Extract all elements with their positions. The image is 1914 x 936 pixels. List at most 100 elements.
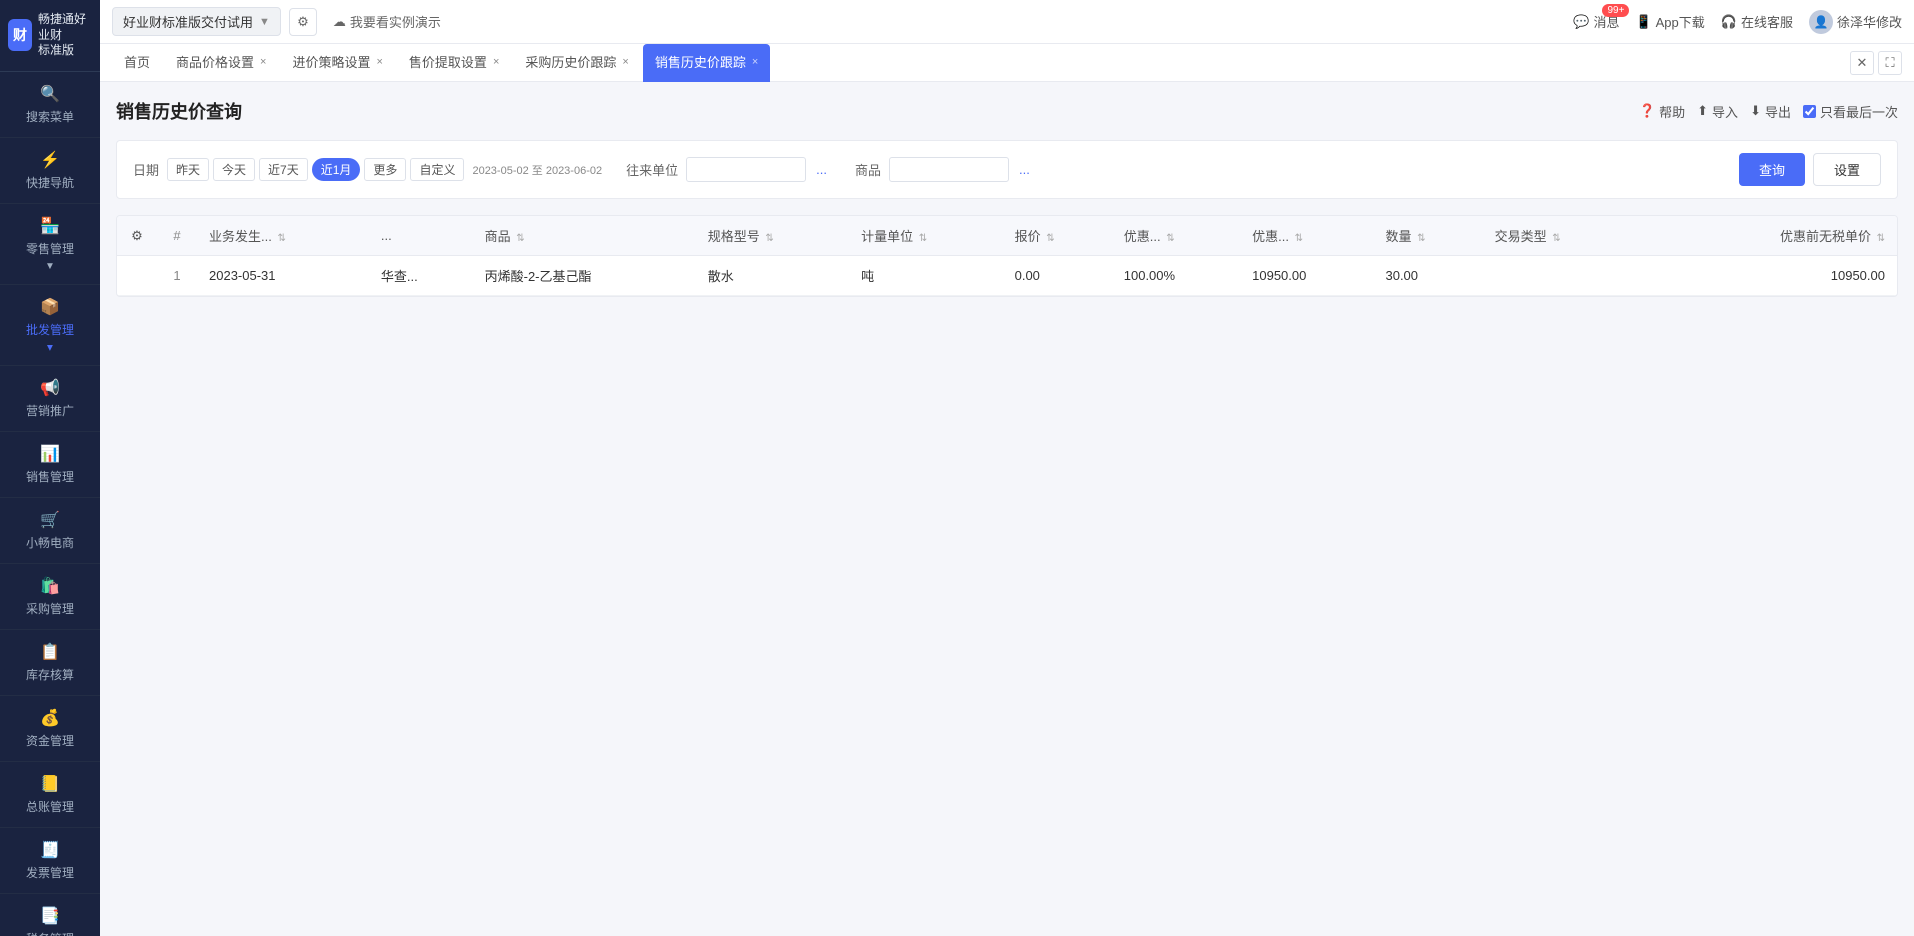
import-icon: ⬆: [1697, 103, 1708, 119]
topbar-settings-button[interactable]: ⚙: [289, 8, 317, 36]
row-product-cell: 丙烯酸-2-乙基己酯: [473, 256, 696, 296]
sidebar-item-retail[interactable]: 🏪 零售管理 ▼: [0, 204, 100, 285]
page-actions: ❓ 帮助 ⬆ 导入 ⬇ 导出 只看最后一次: [1639, 102, 1898, 121]
tab-purchase-strategy[interactable]: 进价策略设置 ×: [280, 44, 394, 82]
col-quantity[interactable]: 数量 ⇅: [1373, 216, 1482, 256]
date-filter-group: 日期 昨天 今天 近7天 近1月 更多 自定义 2023-05-02 至 202…: [133, 158, 602, 181]
sidebar-item-quick-nav[interactable]: ⚡ 快捷导航: [0, 138, 100, 204]
sidebar-item-invoice[interactable]: 🧾 发票管理: [0, 828, 100, 894]
sidebar-logo: 财 畅捷通好业财 标准版: [0, 0, 100, 72]
tab-sale-history[interactable]: 销售历史价跟踪 ×: [643, 44, 770, 82]
product-more-button[interactable]: ...: [1015, 158, 1034, 181]
col-pre-tax-price[interactable]: 优惠前无税单价 ⇅: [1677, 216, 1897, 256]
date-buttons: 昨天 今天 近7天 近1月 更多 自定义: [167, 158, 464, 181]
tab-sale-history-close-icon[interactable]: ×: [752, 56, 758, 68]
col-discount1[interactable]: 优惠... ⇅: [1112, 216, 1240, 256]
sidebar-item-purchase[interactable]: 🛍️ 采购管理: [0, 564, 100, 630]
date-btn-last1m[interactable]: 近1月: [312, 158, 361, 181]
sidebar-item-marketing[interactable]: 📢 营销推广: [0, 366, 100, 432]
tab-product-price-close-icon[interactable]: ×: [260, 56, 266, 68]
source-unit-input[interactable]: [686, 157, 806, 182]
col-price[interactable]: 报价 ⇅: [1003, 216, 1112, 256]
user-menu[interactable]: 👤 徐泽华修改: [1809, 10, 1902, 34]
product-label: 商品: [855, 160, 881, 179]
tab-purchase-history-close-icon[interactable]: ×: [622, 56, 628, 68]
col-settings[interactable]: ⚙: [117, 216, 157, 256]
source-unit-input-group: ...: [686, 157, 831, 182]
page-title: 销售历史价查询: [116, 98, 242, 124]
col-discount2[interactable]: 优惠... ⇅: [1240, 216, 1373, 256]
quick-nav-icon: ⚡: [40, 150, 60, 170]
export-link[interactable]: ⬇ 导出: [1750, 102, 1791, 121]
sort-icon-trade-type: ⇅: [1552, 233, 1560, 244]
help-link[interactable]: ❓ 帮助: [1639, 102, 1685, 121]
date-btn-yesterday[interactable]: 昨天: [167, 158, 209, 181]
sidebar-item-ecommerce-small[interactable]: 🛒 小畅电商: [0, 498, 100, 564]
product-input[interactable]: [889, 157, 1009, 182]
avatar: 👤: [1809, 10, 1833, 34]
date-filter-label: 日期: [133, 160, 159, 179]
col-product[interactable]: 商品 ⇅: [473, 216, 696, 256]
query-button[interactable]: 查询: [1739, 153, 1805, 186]
settings-button[interactable]: 设置: [1813, 153, 1881, 186]
general-ledger-icon: 📒: [40, 774, 60, 794]
col-num: #: [157, 216, 197, 256]
demo-link[interactable]: ☁ 我要看实例演示: [333, 12, 441, 31]
source-unit-more-button[interactable]: ...: [812, 158, 831, 181]
date-range-text: 2023-05-02 至 2023-06-02: [472, 162, 602, 178]
finance-icon: 💰: [40, 708, 60, 728]
cloud-icon: ☁: [333, 14, 346, 30]
mobile-icon: 📱: [1635, 14, 1651, 30]
wholesale-arrow-icon: ▲: [45, 342, 55, 353]
col-more[interactable]: ...: [369, 216, 473, 256]
user-name: 徐泽华修改: [1837, 12, 1902, 31]
filter-area: 日期 昨天 今天 近7天 近1月 更多 自定义 2023-05-02 至 202…: [116, 140, 1898, 199]
tab-maximize-button[interactable]: ⛶: [1878, 51, 1902, 75]
date-btn-last7[interactable]: 近7天: [259, 158, 308, 181]
sidebar-item-general-ledger[interactable]: 📒 总账管理: [0, 762, 100, 828]
inventory-icon: 📋: [40, 642, 60, 662]
tab-purchase-strategy-close-icon[interactable]: ×: [376, 56, 382, 68]
sidebar: 财 畅捷通好业财 标准版 🔍 搜索菜单 ⚡ 快捷导航 🏪 零售管理 ▼ 📦 批发…: [0, 0, 100, 936]
date-btn-today[interactable]: 今天: [213, 158, 255, 181]
help-icon: ❓: [1639, 103, 1655, 119]
only-last-checkbox[interactable]: [1803, 105, 1816, 118]
tab-sale-price[interactable]: 售价提取设置 ×: [397, 44, 511, 82]
import-link[interactable]: ⬆ 导入: [1697, 102, 1738, 121]
headset-icon: 🎧: [1721, 14, 1737, 30]
row-unit-cell: 吨: [849, 256, 1002, 296]
sidebar-item-sales[interactable]: 📊 销售管理: [0, 432, 100, 498]
tab-purchase-history[interactable]: 采购历史价跟踪 ×: [513, 44, 640, 82]
app-selector[interactable]: 好业财标准版交付试用 ▼: [112, 7, 281, 36]
date-btn-more[interactable]: 更多: [364, 158, 406, 181]
sort-icon-price: ⇅: [1046, 233, 1054, 244]
tabbar-controls: ✕ ⛶: [1850, 51, 1902, 75]
date-btn-custom[interactable]: 自定义: [410, 158, 464, 181]
tab-product-price[interactable]: 商品价格设置 ×: [164, 44, 278, 82]
sidebar-item-tax[interactable]: 📑 税务管理: [0, 894, 100, 936]
tab-sale-price-close-icon[interactable]: ×: [493, 56, 499, 68]
online-service-button[interactable]: 🎧 在线客服: [1721, 12, 1793, 31]
tab-close-button[interactable]: ✕: [1850, 51, 1874, 75]
col-spec[interactable]: 规格型号 ⇅: [696, 216, 849, 256]
sales-icon: 📊: [40, 444, 60, 464]
row-discount1-cell: 100.00%: [1112, 256, 1240, 296]
logo-icon: 财: [8, 19, 32, 51]
sidebar-item-inventory[interactable]: 📋 库存核算: [0, 630, 100, 696]
message-badge: 99+: [1602, 4, 1629, 17]
sidebar-item-wholesale[interactable]: 📦 批发管理 ▲: [0, 285, 100, 366]
sidebar-item-search[interactable]: 🔍 搜索菜单: [0, 72, 100, 138]
source-unit-label: 往来单位: [626, 160, 678, 179]
tax-icon: 📑: [40, 906, 60, 926]
only-last-checkbox-label[interactable]: 只看最后一次: [1803, 102, 1898, 121]
sidebar-item-finance[interactable]: 💰 资金管理: [0, 696, 100, 762]
row-spec-cell: 散水: [696, 256, 849, 296]
retail-arrow-icon: ▼: [45, 261, 55, 272]
message-button[interactable]: 💬 消息 99+: [1573, 12, 1619, 31]
col-trade-type[interactable]: 交易类型 ⇅: [1483, 216, 1636, 256]
col-unit[interactable]: 计量单位 ⇅: [849, 216, 1002, 256]
table-row: 1 2023-05-31 华查... 丙烯酸-2-乙基己酯 散水 吨 0.00 …: [117, 256, 1897, 296]
col-biz-date[interactable]: 业务发生... ⇅: [197, 216, 369, 256]
tab-home[interactable]: 首页: [112, 44, 162, 82]
app-download-button[interactable]: 📱 App下载: [1635, 12, 1704, 31]
